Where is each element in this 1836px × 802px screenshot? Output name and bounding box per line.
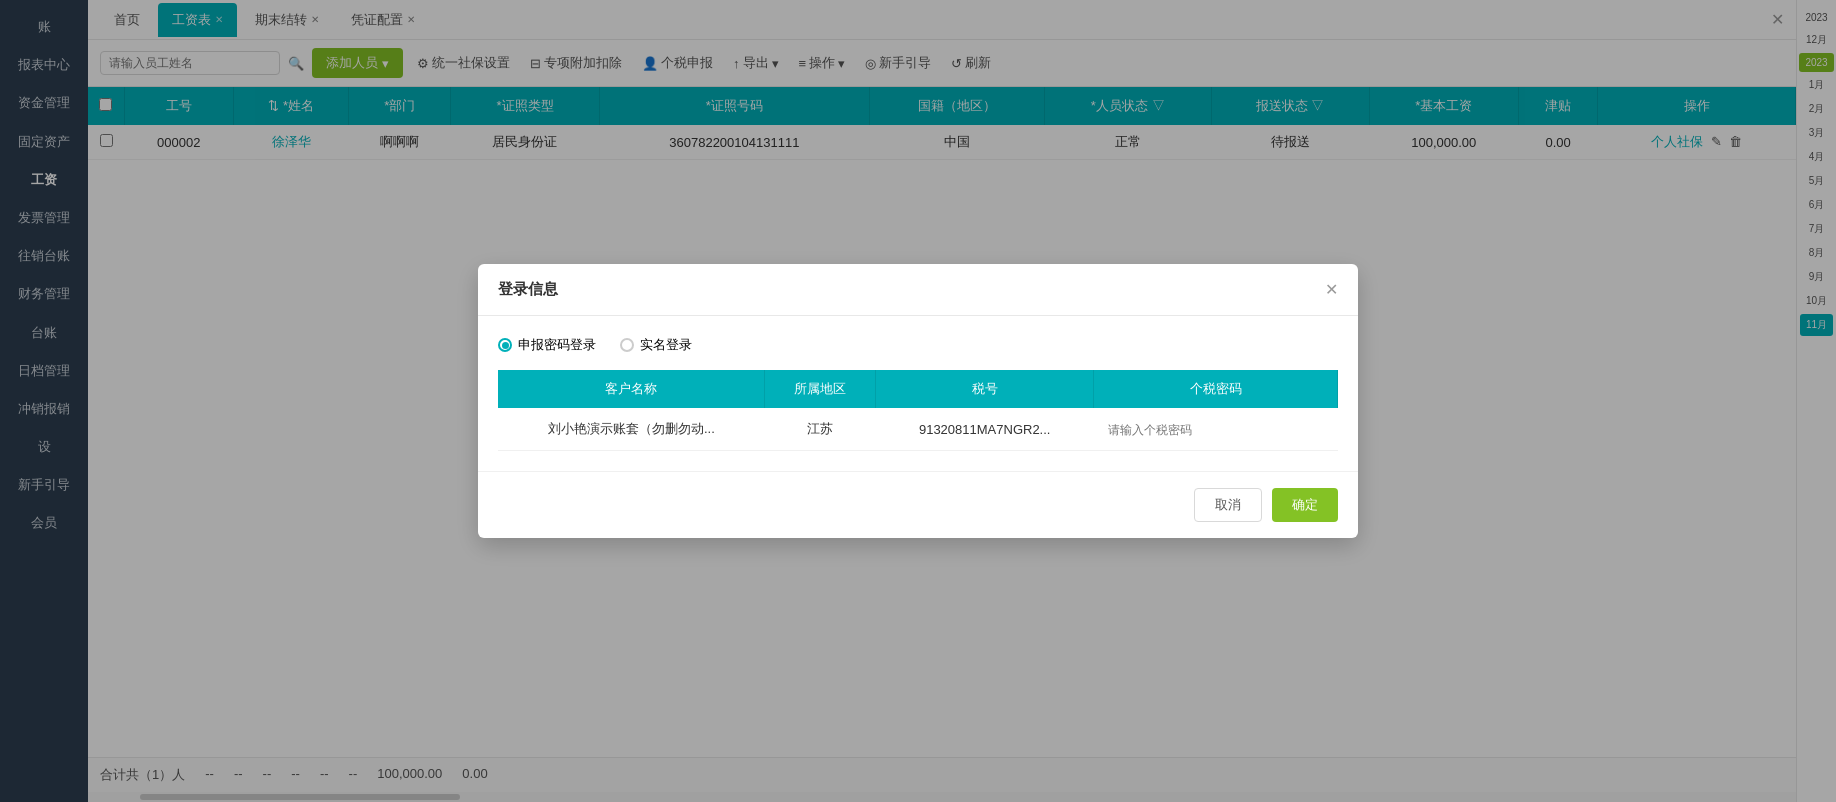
- confirm-button[interactable]: 确定: [1272, 488, 1338, 522]
- login-info-modal: 登录信息 ✕ 申报密码登录 实名登录 客户: [478, 264, 1358, 538]
- modal-cell-tax-num: 91320811MA7NGR2...: [876, 408, 1094, 451]
- modal-col-name: 客户名称: [498, 370, 765, 408]
- modal-col-password: 个税密码: [1094, 370, 1338, 408]
- modal-overlay[interactable]: 登录信息 ✕ 申报密码登录 实名登录 客户: [0, 0, 1836, 802]
- radio-password-circle: [498, 338, 512, 352]
- modal-close-button[interactable]: ✕: [1325, 280, 1338, 299]
- modal-header: 登录信息 ✕: [478, 264, 1358, 316]
- cancel-button[interactable]: 取消: [1194, 488, 1262, 522]
- modal-body: 申报密码登录 实名登录 客户名称 所属地区 税号 个税密码: [478, 316, 1358, 471]
- radio-realname-login[interactable]: 实名登录: [620, 336, 692, 354]
- modal-table: 客户名称 所属地区 税号 个税密码 刘小艳演示账套（勿删勿动... 江苏 913…: [498, 370, 1338, 451]
- radio-realname-circle: [620, 338, 634, 352]
- modal-col-tax-num: 税号: [876, 370, 1094, 408]
- tax-password-input[interactable]: [1108, 423, 1324, 437]
- modal-cell-password[interactable]: [1094, 408, 1338, 451]
- modal-cell-name: 刘小艳演示账套（勿删勿动...: [498, 408, 765, 451]
- modal-title: 登录信息: [498, 280, 558, 299]
- modal-col-region: 所属地区: [765, 370, 876, 408]
- modal-footer: 取消 确定: [478, 471, 1358, 538]
- modal-table-row: 刘小艳演示账套（勿删勿动... 江苏 91320811MA7NGR2...: [498, 408, 1338, 451]
- radio-password-login[interactable]: 申报密码登录: [498, 336, 596, 354]
- login-type-radio-group: 申报密码登录 实名登录: [498, 336, 1338, 354]
- modal-cell-region: 江苏: [765, 408, 876, 451]
